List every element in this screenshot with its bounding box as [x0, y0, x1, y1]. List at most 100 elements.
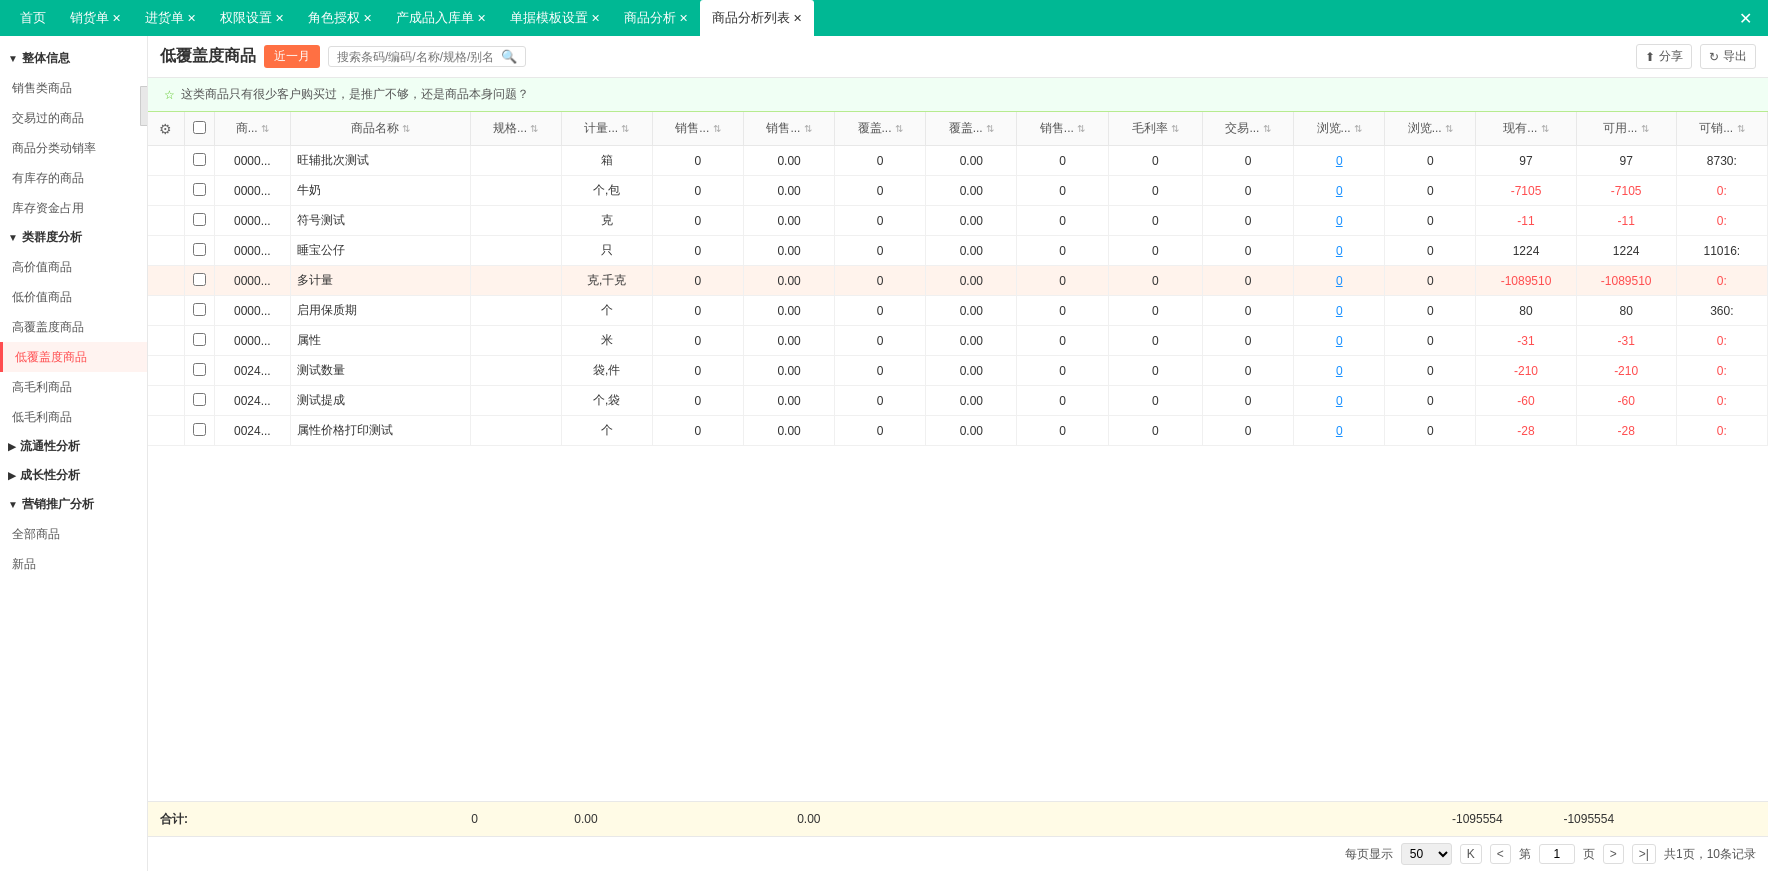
nav-item-roles[interactable]: 角色授权 ✕	[296, 0, 384, 36]
row-checkbox[interactable]	[184, 206, 214, 236]
sidebar-item-low-margin[interactable]: 低毛利商品	[0, 402, 147, 432]
row-sales3: 0	[1017, 206, 1108, 236]
sidebar-group-marketing[interactable]: ▼ 营销推广分析	[0, 490, 147, 519]
sidebar-collapse-button[interactable]: 《	[140, 86, 148, 126]
row-browse1[interactable]: 0	[1294, 326, 1385, 356]
sidebar-group-growth[interactable]: ▶ 成长性分析	[0, 461, 147, 490]
footer-cover	[642, 808, 753, 830]
sidebar-item-low-value[interactable]: 低价值商品	[0, 282, 147, 312]
col-current[interactable]: 现有... ⇅	[1476, 112, 1576, 146]
nav-close-purchase[interactable]: ✕	[187, 12, 196, 25]
export-button[interactable]: ↻ 导出	[1700, 44, 1756, 69]
sidebar-group-cluster[interactable]: ▼ 类群度分析	[0, 223, 147, 252]
row-checkbox[interactable]	[184, 236, 214, 266]
table-row: 0024... 测试提成 个,袋 0 0.00 0 0.00 0 0 0 0 0…	[148, 386, 1768, 416]
row-checkbox[interactable]	[184, 326, 214, 356]
sidebar-item-stock-capital[interactable]: 库存资金占用	[0, 193, 147, 223]
row-checkbox[interactable]	[184, 146, 214, 176]
nav-item-purchase[interactable]: 进货单 ✕	[133, 0, 208, 36]
nav-item-permissions[interactable]: 权限设置 ✕	[208, 0, 296, 36]
first-page-button[interactable]: K	[1460, 844, 1482, 864]
col-browse2[interactable]: 浏览... ⇅	[1385, 112, 1476, 146]
sidebar-item-high-value[interactable]: 高价值商品	[0, 252, 147, 282]
row-browse1[interactable]: 0	[1294, 236, 1385, 266]
nav-item-template[interactable]: 单据模板设置 ✕	[498, 0, 612, 36]
window-close-button[interactable]: ✕	[1731, 9, 1760, 28]
row-name: 旺辅批次测试	[291, 146, 470, 176]
col-saleable[interactable]: 可销... ⇅	[1676, 112, 1767, 146]
sidebar-item-new-goods[interactable]: 新品	[0, 549, 147, 579]
col-code[interactable]: 商... ⇅	[214, 112, 291, 146]
sidebar-item-high-coverage[interactable]: 高覆盖度商品	[0, 312, 147, 342]
row-cover1: 0	[835, 326, 926, 356]
row-cover2: 0.00	[926, 266, 1017, 296]
sidebar-item-category-rate[interactable]: 商品分类动销率	[0, 133, 147, 163]
row-browse1[interactable]: 0	[1294, 356, 1385, 386]
sidebar-item-in-stock[interactable]: 有库存的商品	[0, 163, 147, 193]
settings-icon[interactable]: ⚙	[159, 121, 172, 137]
col-name[interactable]: 商品名称 ⇅	[291, 112, 470, 146]
row-checkbox[interactable]	[184, 176, 214, 206]
row-browse1[interactable]: 0	[1294, 146, 1385, 176]
row-browse1[interactable]: 0	[1294, 416, 1385, 446]
sidebar-group-overall[interactable]: ▼ 整体信息	[0, 44, 147, 73]
col-cover2[interactable]: 覆盖... ⇅	[926, 112, 1017, 146]
col-unit[interactable]: 计量... ⇅	[561, 112, 652, 146]
table-wrapper[interactable]: ⚙ 商... ⇅ 商品名称 ⇅ 规格... ⇅ 计量... ⇅ 销售... ⇅ …	[148, 112, 1768, 801]
last-page-button[interactable]: >|	[1632, 844, 1656, 864]
prev-page-button[interactable]: <	[1490, 844, 1511, 864]
col-cover1[interactable]: 覆盖... ⇅	[835, 112, 926, 146]
share-button[interactable]: ⬆ 分享	[1636, 44, 1692, 69]
col-sales-amt[interactable]: 销售... ⇅	[744, 112, 835, 146]
sidebar-item-low-coverage[interactable]: 低覆盖度商品	[0, 342, 147, 372]
col-browse1[interactable]: 浏览... ⇅	[1294, 112, 1385, 146]
nav-close-template[interactable]: ✕	[591, 12, 600, 25]
nav-close-permissions[interactable]: ✕	[275, 12, 284, 25]
col-sales3[interactable]: 销售... ⇅	[1017, 112, 1108, 146]
nav-close-analysis-list[interactable]: ✕	[793, 12, 802, 25]
search-icon[interactable]: 🔍	[501, 49, 517, 64]
sidebar-item-sales-goods[interactable]: 销售类商品	[0, 73, 147, 103]
col-trade[interactable]: 交易... ⇅	[1203, 112, 1294, 146]
nav-close-analysis[interactable]: ✕	[679, 12, 688, 25]
nav-item-products[interactable]: 产成品入库单 ✕	[384, 0, 498, 36]
nav-close-sales[interactable]: ✕	[112, 12, 121, 25]
col-sales-qty[interactable]: 销售... ⇅	[652, 112, 743, 146]
nav-item-home[interactable]: 首页	[8, 0, 58, 36]
time-filter-button[interactable]: 近一月	[264, 45, 320, 68]
row-browse1[interactable]: 0	[1294, 176, 1385, 206]
col-spec[interactable]: 规格... ⇅	[470, 112, 561, 146]
footer-available: -1095554	[1533, 808, 1644, 830]
sidebar-item-traded-goods[interactable]: 交易过的商品	[0, 103, 147, 133]
next-page-button[interactable]: >	[1603, 844, 1624, 864]
col-gross-rate[interactable]: 毛利率 ⇅	[1108, 112, 1202, 146]
row-browse1[interactable]: 0	[1294, 206, 1385, 236]
sidebar-group-liquidity[interactable]: ▶ 流通性分析	[0, 432, 147, 461]
row-checkbox[interactable]	[184, 296, 214, 326]
row-checkbox[interactable]	[184, 416, 214, 446]
col-available[interactable]: 可用... ⇅	[1576, 112, 1676, 146]
row-cover1: 0	[835, 146, 926, 176]
nav-item-analysis[interactable]: 商品分析 ✕	[612, 0, 700, 36]
sidebar-item-high-margin[interactable]: 高毛利商品	[0, 372, 147, 402]
nav-item-analysis-list[interactable]: 商品分析列表 ✕	[700, 0, 814, 36]
col-settings[interactable]: ⚙	[148, 112, 184, 146]
row-sales3: 0	[1017, 416, 1108, 446]
row-browse1[interactable]: 0	[1294, 266, 1385, 296]
nav-close-roles[interactable]: ✕	[363, 12, 372, 25]
row-browse1[interactable]: 0	[1294, 386, 1385, 416]
row-gross-rate: 0	[1108, 296, 1202, 326]
search-input[interactable]	[337, 50, 497, 64]
nav-close-products[interactable]: ✕	[477, 12, 486, 25]
nav-item-sales[interactable]: 销货单 ✕	[58, 0, 133, 36]
page-number-input[interactable]	[1539, 844, 1575, 864]
row-checkbox[interactable]	[184, 356, 214, 386]
row-cover1: 0	[835, 386, 926, 416]
row-trade: 0	[1203, 296, 1294, 326]
row-browse1[interactable]: 0	[1294, 296, 1385, 326]
row-checkbox[interactable]	[184, 266, 214, 296]
sidebar-item-all-goods[interactable]: 全部商品	[0, 519, 147, 549]
row-checkbox[interactable]	[184, 386, 214, 416]
per-page-select[interactable]: 50 10 20 100	[1401, 843, 1452, 865]
select-all-checkbox[interactable]	[193, 121, 206, 134]
